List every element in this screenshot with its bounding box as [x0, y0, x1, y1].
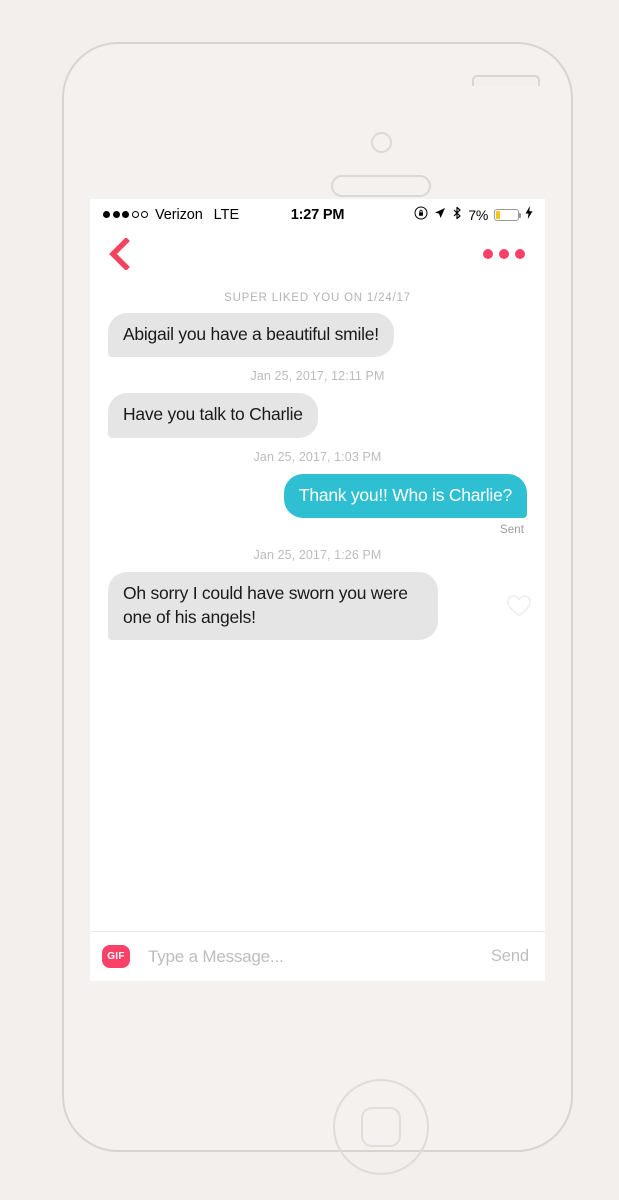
phone-screen: Verizon LTE 1:27 PM 7% SUPER LIKED YOU O…	[90, 199, 545, 981]
battery-icon	[494, 208, 521, 221]
gif-button[interactable]: GIF	[102, 945, 130, 968]
more-dot-1-icon	[483, 249, 493, 259]
home-button-square-icon	[361, 1107, 401, 1147]
signal-strength-icon	[103, 211, 148, 218]
message-bubble-incoming[interactable]: Abigail you have a beautiful smile!	[108, 313, 394, 358]
earpiece-speaker	[331, 175, 431, 197]
more-dot-3-icon	[515, 249, 525, 259]
bluetooth-icon	[452, 206, 462, 224]
navigation-bar	[90, 230, 545, 278]
conversation-thread[interactable]: SUPER LIKED YOU ON 1/24/17 Abigail you h…	[90, 278, 545, 931]
message-input-bar: GIF Send	[90, 931, 545, 981]
status-bar-right-icons: 7%	[414, 206, 533, 224]
message-bubble-outgoing[interactable]: Thank you!! Who is Charlie?	[283, 473, 527, 519]
message-bubble-incoming[interactable]: Oh sorry I could have sworn you were one…	[108, 572, 438, 641]
battery-percent-label: 7%	[468, 206, 488, 223]
message-bubble-incoming[interactable]: Have you talk to Charlie	[108, 393, 318, 438]
message-row: Thank you!! Who is Charlie?	[105, 473, 530, 519]
more-dot-2-icon	[499, 249, 509, 259]
message-row: Have you talk to Charlie	[105, 393, 530, 438]
network-type: LTE	[213, 206, 240, 223]
more-options-button[interactable]	[483, 249, 525, 259]
location-arrow-icon	[434, 207, 446, 223]
message-timestamp: Jan 25, 2017, 1:26 PM	[253, 548, 382, 563]
message-timestamp: Jan 25, 2017, 1:03 PM	[253, 449, 382, 464]
heart-outline-icon[interactable]	[506, 594, 532, 618]
charging-bolt-icon	[525, 206, 533, 223]
status-bar: Verizon LTE 1:27 PM 7%	[90, 199, 545, 230]
front-camera-icon	[371, 132, 392, 153]
back-button[interactable]	[108, 237, 130, 271]
message-input[interactable]	[148, 946, 491, 967]
message-row: Oh sorry I could have sworn you were one…	[105, 572, 532, 641]
carrier-name: Verizon	[155, 206, 203, 223]
super-liked-label: SUPER LIKED YOU ON 1/24/17	[224, 292, 411, 304]
power-button[interactable]	[472, 75, 540, 86]
message-sent-status: Sent	[499, 524, 524, 537]
message-timestamp: Jan 25, 2017, 12:11 PM	[250, 369, 385, 384]
rotation-lock-icon	[414, 206, 428, 224]
send-button[interactable]: Send	[491, 947, 529, 966]
home-button[interactable]	[333, 1079, 429, 1175]
message-row: Abigail you have a beautiful smile!	[105, 313, 530, 358]
